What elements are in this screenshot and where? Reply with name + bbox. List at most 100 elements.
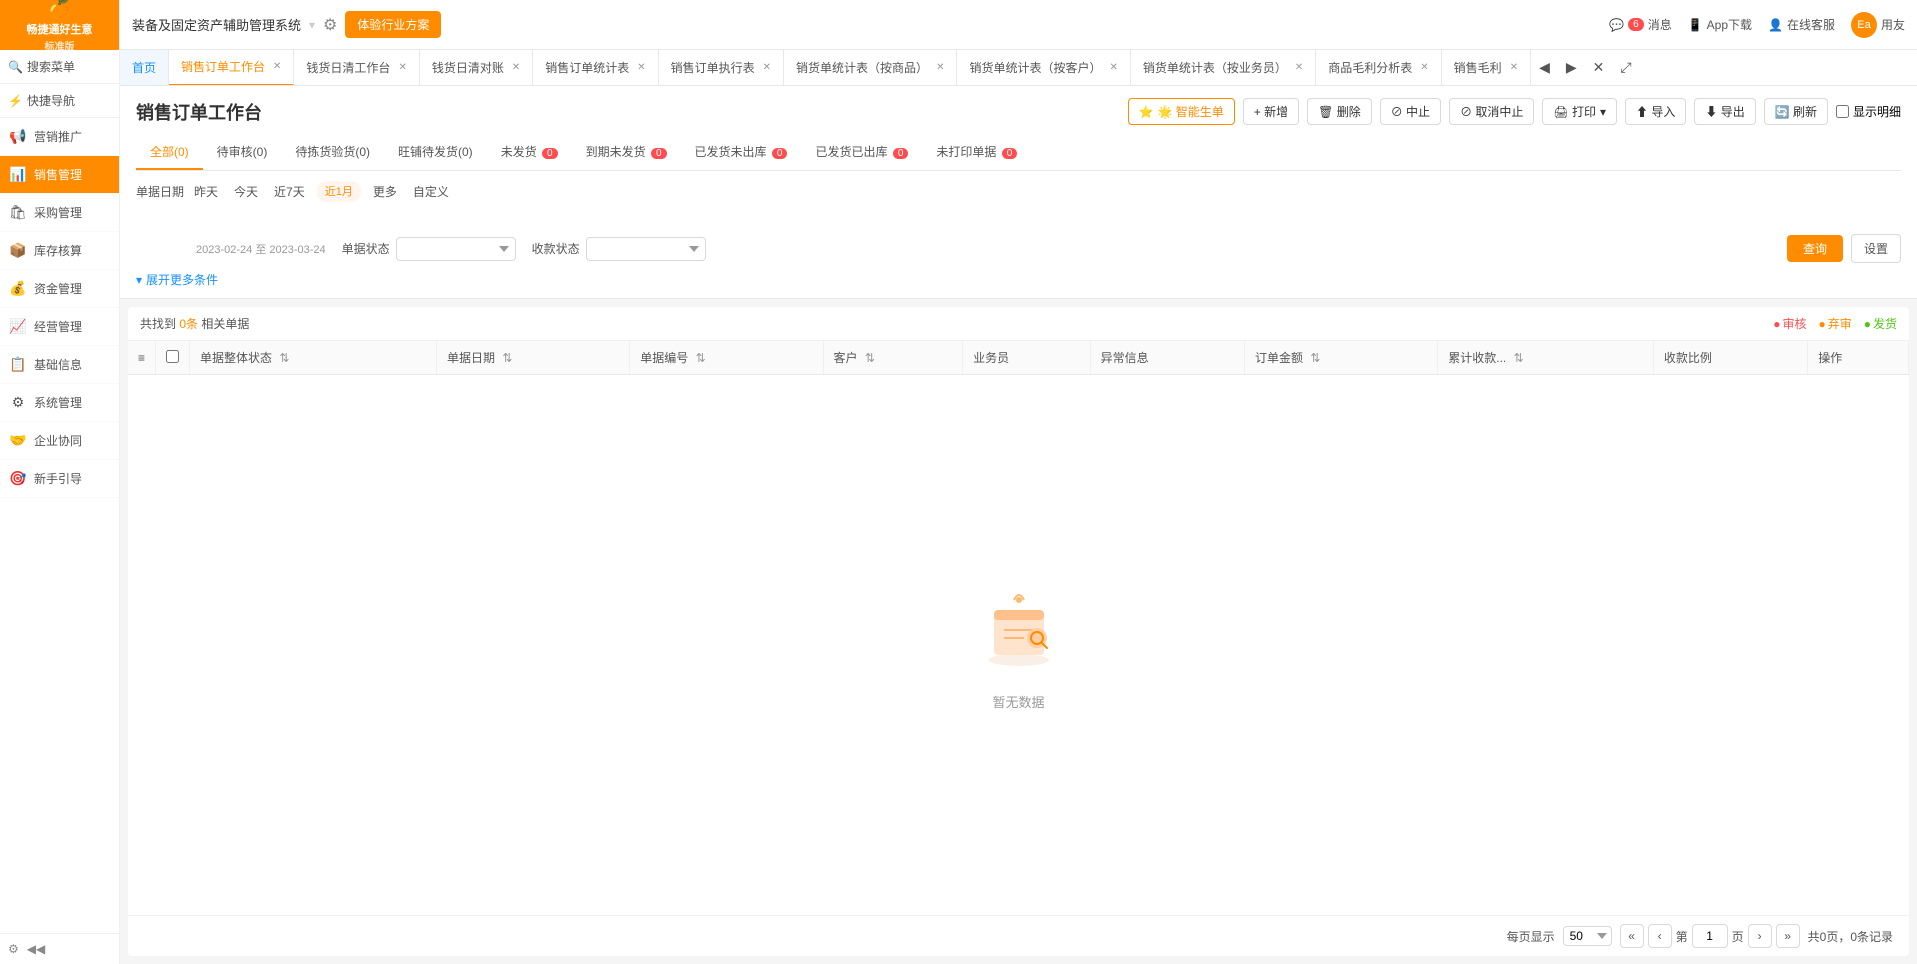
filter-collect-item: 收款状态 <box>532 237 706 261</box>
date-btn-1month[interactable]: 近1月 <box>317 181 361 202</box>
cancel-stop-button[interactable]: ⊘ 取消中止 <box>1449 98 1534 125</box>
sidebar-item-finance[interactable]: 💰 资金管理 <box>0 270 119 308</box>
sales-exec-tab-close[interactable]: ✕ <box>763 62 771 73</box>
page-prev-btn[interactable]: ‹ <box>1648 924 1672 948</box>
date-btn-custom[interactable]: 自定义 <box>409 181 453 202</box>
filter-tab-wangpu[interactable]: 旺铺待发货(0) <box>384 135 487 170</box>
sidebar-item-operations[interactable]: 📈 经营管理 <box>0 308 119 346</box>
expand-more-btn[interactable]: ▾ 展开更多条件 <box>136 271 1901 288</box>
sales-summary-product-tab-close[interactable]: ✕ <box>936 62 944 73</box>
date-sort-icon[interactable]: ⇅ <box>502 351 512 365</box>
sidebar-item-search[interactable]: 🔍 搜索菜单 <box>0 50 119 84</box>
filter-tab-shipped-out[interactable]: 已发货已出库 0 <box>801 135 922 170</box>
filter-tab-not-shipped[interactable]: 未发货 0 <box>487 135 572 170</box>
app-download-item[interactable]: 📱 App下载 <box>1688 16 1752 33</box>
th-customer: 客户 ⇅ <box>823 341 963 375</box>
system-name-dropdown-icon[interactable]: ▾ <box>309 18 315 32</box>
tab-nav-next[interactable]: ▶ <box>1558 50 1585 86</box>
ship-action[interactable]: ● 发货 <box>1864 315 1897 332</box>
cash-daily-tab-close[interactable]: ✕ <box>398 62 406 73</box>
amount-sort-icon[interactable]: ⇅ <box>1310 351 1320 365</box>
cancel-review-action[interactable]: ● 弃审 <box>1818 315 1851 332</box>
sidebar-settings-btn[interactable]: ⚙ <box>8 942 19 956</box>
sidebar-item-quick-nav[interactable]: ⚡ 快捷导航 <box>0 84 119 118</box>
stop-button[interactable]: ⊘ 中止 <box>1380 98 1441 125</box>
page-input[interactable] <box>1692 924 1728 948</box>
sales-summary-staff-tab-close[interactable]: ✕ <box>1295 62 1303 73</box>
user-item[interactable]: Ea 用友 <box>1851 12 1905 38</box>
tab-nav-prev[interactable]: ◀ <box>1531 50 1558 86</box>
smart-generate-button[interactable]: ⭐ 🌟 智能生单 <box>1128 98 1235 125</box>
page-last-btn[interactable]: » <box>1776 924 1800 948</box>
tab-sales-summary-staff[interactable]: 销货单统计表（按业务员） ✕ <box>1131 50 1316 86</box>
import-button[interactable]: ⬆ 导入 <box>1625 98 1686 125</box>
sidebar-collapse-btn[interactable]: ◀◀ <box>27 942 45 956</box>
sales-summary-customer-tab-close[interactable]: ✕ <box>1109 62 1117 73</box>
product-margin-tab-close[interactable]: ✕ <box>1420 62 1428 73</box>
filter-tab-not-printed[interactable]: 未打印单据 0 <box>922 135 1031 170</box>
number-sort-icon[interactable]: ⇅ <box>696 351 706 365</box>
show-detail-checkbox[interactable] <box>1836 105 1849 118</box>
date-btn-more[interactable]: 更多 <box>369 181 401 202</box>
sales-profit-tab-close[interactable]: ✕ <box>1510 62 1518 73</box>
select-all-checkbox[interactable] <box>166 350 179 363</box>
sidebar-item-marketing[interactable]: 📢 营销推广 <box>0 118 119 156</box>
tab-sales-summary-customer[interactable]: 销货单统计表（按客户） ✕ <box>957 50 1130 86</box>
tab-cash-reconcile[interactable]: 钱货日清对账 ✕ <box>420 50 533 86</box>
date-btn-yesterday[interactable]: 昨天 <box>190 181 222 202</box>
inventory-label: 库存核算 <box>34 242 82 259</box>
date-btn-7days[interactable]: 近7天 <box>270 181 309 202</box>
lightning-icon: ⚡ <box>8 94 23 108</box>
filter-tab-pending-review[interactable]: 待审核(0) <box>203 135 282 170</box>
filter-tab-shipped-not-out[interactable]: 已发货未出库 0 <box>681 135 802 170</box>
workspace-title-bar: 销售订单工作台 ⭐ 🌟 智能生单 + 新增 🗑 删除 ⊘ 中止 ⊘ 取消中止 🖨… <box>136 98 1901 125</box>
sidebar-item-inventory[interactable]: 📦 库存核算 <box>0 232 119 270</box>
date-btn-today[interactable]: 今天 <box>230 181 262 202</box>
sales-stats-tab-close[interactable]: ✕ <box>637 62 645 73</box>
sidebar-item-sales[interactable]: 📊 销售管理 <box>0 156 119 194</box>
tab-sales-order[interactable]: 销售订单工作台 ✕ <box>169 50 294 86</box>
tab-maximize[interactable]: ⤢ <box>1612 50 1639 86</box>
sidebar-item-enterprise[interactable]: 🤝 企业协同 <box>0 422 119 460</box>
tab-close-all[interactable]: ✕ <box>1585 50 1613 86</box>
sidebar-item-basic-info[interactable]: 📋 基础信息 <box>0 346 119 384</box>
tab-cash-daily[interactable]: 钱货日清工作台 ✕ <box>294 50 419 86</box>
page-next-btn[interactable]: › <box>1748 924 1772 948</box>
sales-order-tab-close[interactable]: ✕ <box>273 61 281 72</box>
th-collect-ratio: 收款比例 <box>1653 341 1807 375</box>
tab-sales-summary-product[interactable]: 销货单统计表（按商品） ✕ <box>784 50 957 86</box>
tab-product-margin[interactable]: 商品毛利分析表 ✕ <box>1316 50 1441 86</box>
tab-sales-profit[interactable]: 销售毛利 ✕ <box>1442 50 1531 86</box>
filter-tab-all[interactable]: 全部(0) <box>136 135 203 170</box>
sidebar-logo[interactable]: 🍊 畅捷通好生意 标准版 <box>0 0 119 50</box>
filter-status-select[interactable] <box>396 237 516 261</box>
sidebar-item-purchase[interactable]: 🛍 采购管理 <box>0 194 119 232</box>
add-button[interactable]: + 新增 <box>1243 98 1299 125</box>
online-service-item[interactable]: 👤 在线客服 <box>1768 16 1835 33</box>
collected-sort-icon[interactable]: ⇅ <box>1514 351 1524 365</box>
status-sort-icon[interactable]: ⇅ <box>279 351 289 365</box>
settings-gear-icon[interactable]: ⚙ <box>323 15 337 35</box>
sidebar-item-system[interactable]: ⚙ 系统管理 <box>0 384 119 422</box>
print-button[interactable]: 🖨 打印 ▾ <box>1542 98 1617 125</box>
filter-tab-pending-inspect[interactable]: 待拣货验货(0) <box>281 135 384 170</box>
tab-sales-exec[interactable]: 销售订单执行表 ✕ <box>659 50 784 86</box>
filter-collect-select[interactable] <box>586 237 706 261</box>
query-button[interactable]: 查询 <box>1787 235 1843 262</box>
review-action[interactable]: ● 审核 <box>1773 315 1806 332</box>
sidebar-item-guide[interactable]: 🎯 新手引导 <box>0 460 119 498</box>
show-detail-label[interactable]: 显示明细 <box>1836 103 1901 120</box>
page-first-btn[interactable]: « <box>1620 924 1644 948</box>
delete-button[interactable]: 🗑 删除 <box>1307 98 1372 125</box>
message-item[interactable]: 💬 6 消息 <box>1609 16 1672 33</box>
tab-home[interactable]: 首页 <box>120 50 169 86</box>
tab-sales-stats[interactable]: 销售订单统计表 ✕ <box>533 50 658 86</box>
refresh-button[interactable]: 🔄 刷新 <box>1764 98 1828 125</box>
customer-sort-icon[interactable]: ⇅ <box>865 351 875 365</box>
export-button[interactable]: ⬇ 导出 <box>1694 98 1755 125</box>
filter-settings-button[interactable]: 设置 <box>1851 234 1901 263</box>
filter-tab-expired[interactable]: 到期未发货 0 <box>572 135 681 170</box>
experience-button[interactable]: 体验行业方案 <box>345 11 441 38</box>
cash-reconcile-tab-close[interactable]: ✕ <box>512 62 520 73</box>
page-size-select[interactable]: 50 10 20 100 <box>1563 926 1612 946</box>
